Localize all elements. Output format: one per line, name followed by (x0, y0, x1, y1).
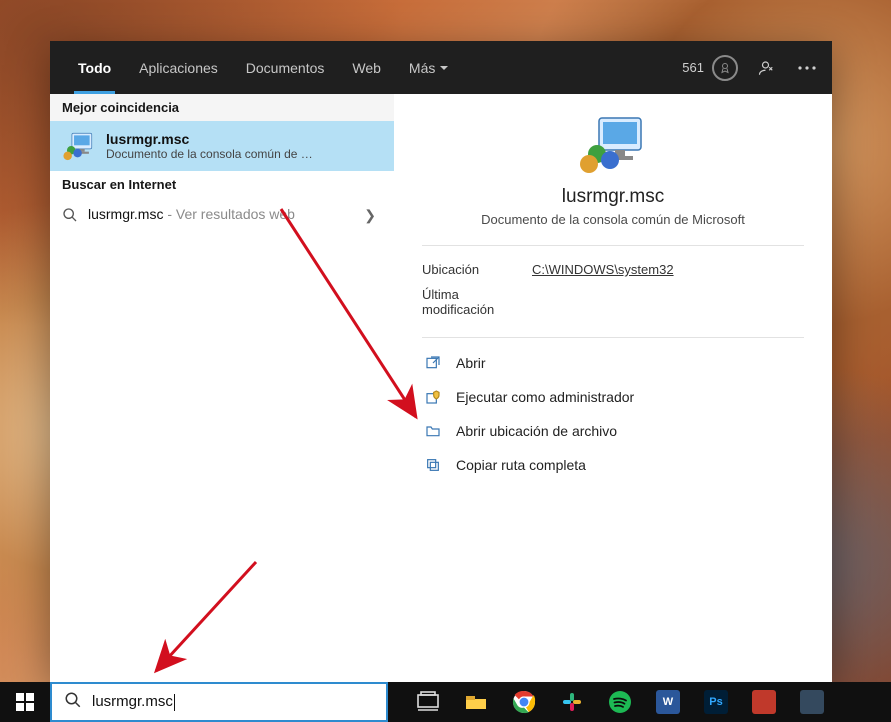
tab-apps[interactable]: Aplicaciones (125, 41, 232, 94)
action-copy-full-path[interactable]: Copiar ruta completa (422, 448, 804, 482)
start-button[interactable] (0, 682, 50, 722)
tab-label: Documentos (246, 60, 325, 76)
best-match-result[interactable]: lusrmgr.msc Documento de la consola comú… (50, 121, 394, 171)
mmc-file-icon (62, 129, 96, 163)
tab-more[interactable]: Más (395, 41, 462, 94)
action-label: Copiar ruta completa (456, 457, 586, 473)
web-search-result[interactable]: lusrmgr.msc - Ver resultados web ❯ (50, 198, 394, 232)
web-result-hint: - Ver resultados web (163, 206, 295, 222)
tab-label: Aplicaciones (139, 60, 218, 76)
taskbar-app-photoshop[interactable]: Ps (692, 682, 740, 722)
preview-title: lusrmgr.msc (562, 186, 664, 208)
windows-logo-icon (16, 693, 34, 711)
tab-all[interactable]: Todo (64, 41, 125, 94)
action-label: Abrir ubicación de archivo (456, 423, 617, 439)
taskbar-search-box[interactable]: lusrmgr.msc (50, 682, 388, 722)
rewards-points[interactable]: 561 (682, 55, 738, 81)
task-view-button[interactable] (404, 682, 452, 722)
meta-value-location[interactable]: C:\WINDOWS\system32 (532, 262, 674, 277)
result-title: lusrmgr.msc (106, 131, 382, 147)
mmc-file-icon-large (577, 114, 649, 174)
header-right-cluster: 561 (682, 55, 818, 81)
search-scope-tabs: Todo Aplicaciones Documentos Web Más (64, 41, 462, 94)
rewards-points-value: 561 (682, 60, 704, 75)
taskbar-app-file-explorer[interactable] (452, 682, 500, 722)
taskbar-app-chrome[interactable] (500, 682, 548, 722)
folder-icon (424, 422, 442, 440)
action-label: Abrir (456, 355, 486, 371)
feedback-icon[interactable] (756, 57, 778, 79)
search-icon (64, 691, 82, 714)
result-text: lusrmgr.msc Documento de la consola comú… (106, 131, 382, 161)
taskbar-app-spotify[interactable] (596, 682, 644, 722)
taskbar-app-generic-1[interactable] (740, 682, 788, 722)
taskbar: lusrmgr.msc W Ps (0, 682, 891, 722)
tab-documents[interactable]: Documentos (232, 41, 339, 94)
action-open[interactable]: Abrir (422, 346, 804, 380)
action-open-file-location[interactable]: Abrir ubicación de archivo (422, 414, 804, 448)
result-preview-pane: lusrmgr.msc Documento de la consola comú… (394, 94, 832, 682)
web-result-query: lusrmgr.msc (88, 206, 163, 222)
meta-label-location: Ubicación (422, 262, 532, 277)
taskbar-app-generic-2[interactable] (788, 682, 836, 722)
action-label: Ejecutar como administrador (456, 389, 634, 405)
start-search-panel: Todo Aplicaciones Documentos Web Más 561… (50, 41, 832, 682)
taskbar-app-slack[interactable] (548, 682, 596, 722)
meta-row-modified: Última modificación (422, 287, 804, 317)
chevron-right-icon: ❯ (364, 207, 382, 224)
result-subtitle: Documento de la consola común de … (106, 147, 382, 161)
tab-label: Más (409, 60, 435, 76)
chevron-down-icon (440, 66, 448, 74)
copy-icon (424, 456, 442, 474)
search-results-column: Mejor coincidencia lusrmgr.msc D (50, 94, 394, 682)
best-match-header: Mejor coincidencia (50, 94, 394, 121)
meta-label-modified: Última modificación (422, 287, 514, 317)
taskbar-app-word[interactable]: W (644, 682, 692, 722)
meta-row-location: Ubicación C:\WINDOWS\system32 (422, 262, 804, 277)
search-panel-body: Mejor coincidencia lusrmgr.msc D (50, 94, 832, 682)
search-panel-header: Todo Aplicaciones Documentos Web Más 561 (50, 41, 832, 94)
search-icon (62, 207, 78, 223)
preview-subtitle: Documento de la consola común de Microso… (481, 212, 745, 227)
options-icon[interactable] (796, 57, 818, 79)
text-caret (174, 694, 175, 711)
web-search-header: Buscar en Internet (50, 171, 394, 198)
search-input-value: lusrmgr.msc (92, 693, 173, 710)
preview-metadata: Ubicación C:\WINDOWS\system32 Última mod… (422, 246, 804, 337)
taskbar-pinned-apps: W Ps (404, 682, 836, 722)
tab-label: Todo (78, 60, 111, 76)
rewards-medal-icon (712, 55, 738, 81)
admin-shield-icon (424, 388, 442, 406)
action-run-as-admin[interactable]: Ejecutar como administrador (422, 380, 804, 414)
open-icon (424, 354, 442, 372)
tab-label: Web (352, 60, 381, 76)
preview-header: lusrmgr.msc Documento de la consola comú… (422, 114, 804, 245)
preview-actions: Abrir Ejecutar como administrador Abrir … (422, 338, 804, 490)
tab-web[interactable]: Web (338, 41, 395, 94)
